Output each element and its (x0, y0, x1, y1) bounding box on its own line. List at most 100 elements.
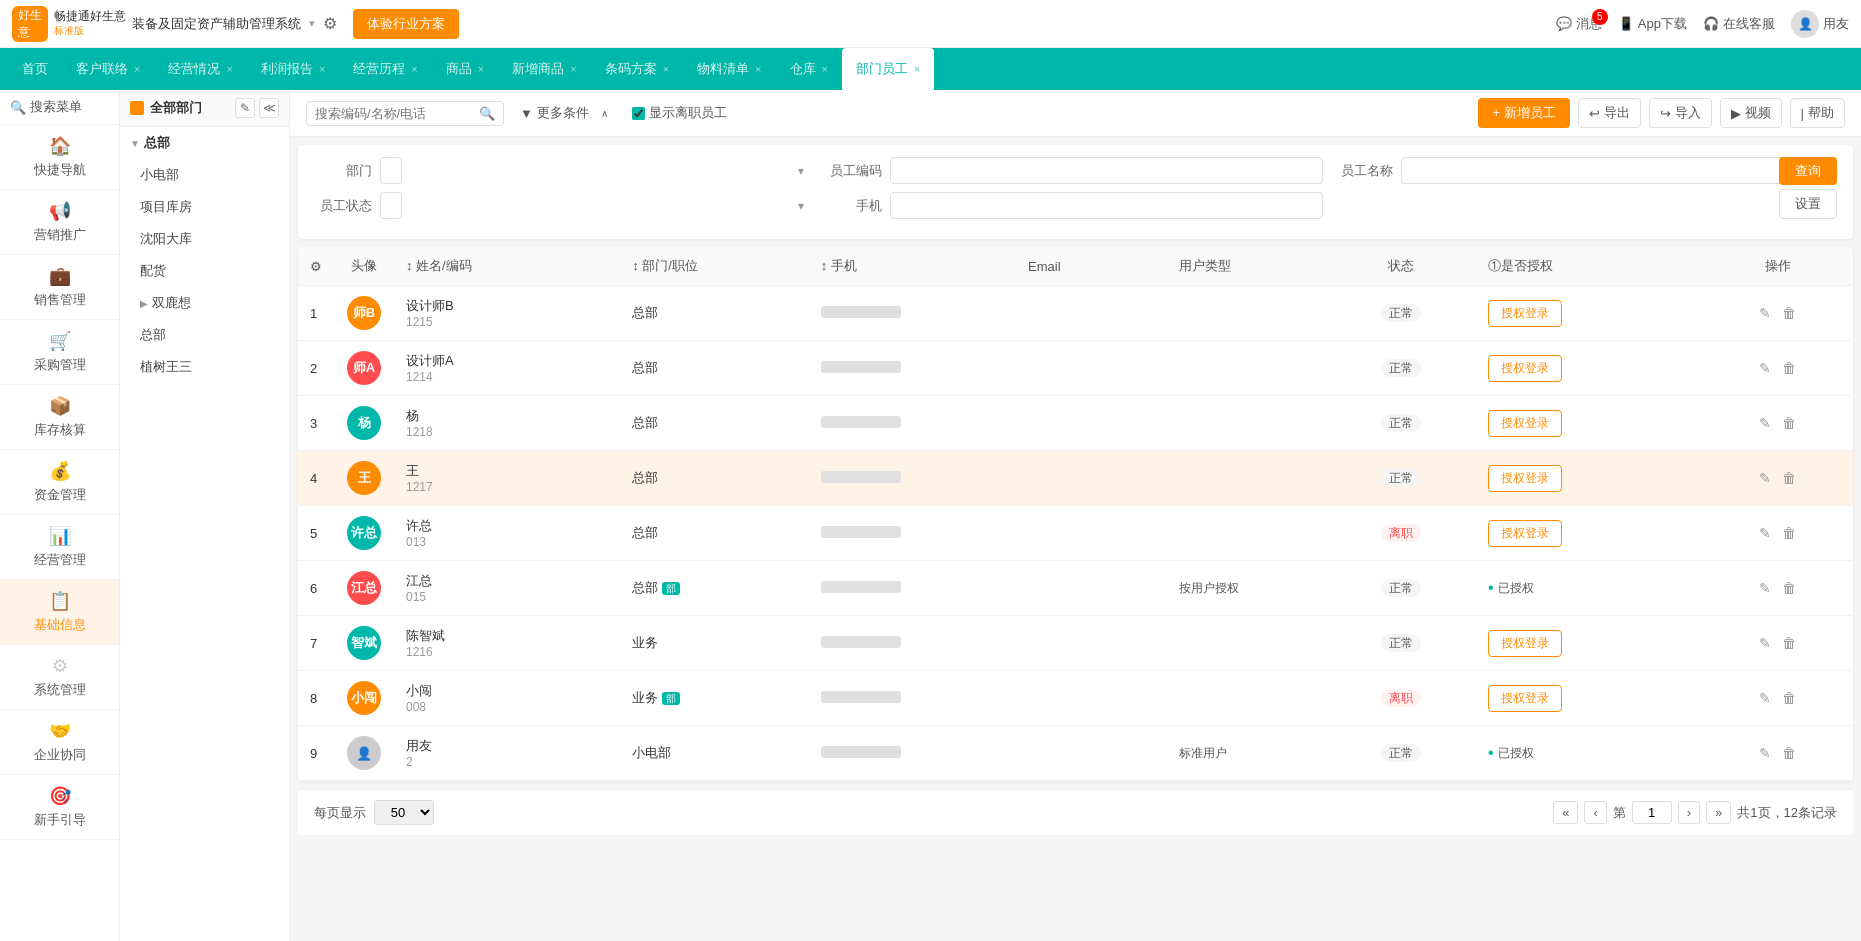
tree-item-shenyang[interactable]: 沈阳大库 (120, 223, 289, 255)
tab-close-icon[interactable]: × (319, 63, 325, 75)
sidebar-item-inventory[interactable]: 📦 库存核算 (0, 385, 119, 450)
tab-customer[interactable]: 客户联络× (62, 48, 154, 90)
sidebar-item-management[interactable]: 📊 经营管理 (0, 515, 119, 580)
delete-icon[interactable]: 🗑 (1778, 578, 1800, 598)
tab-warehouse[interactable]: 仓库× (776, 48, 842, 90)
delete-icon[interactable]: 🗑 (1778, 303, 1800, 323)
delete-icon[interactable]: 🗑 (1778, 688, 1800, 708)
sidebar-item-quicknav[interactable]: 🏠 快捷导航 (0, 125, 119, 190)
auth-button[interactable]: 授权登录 (1488, 520, 1562, 547)
tab-department[interactable]: 部门员工× (842, 48, 934, 90)
auth-button[interactable]: 授权登录 (1488, 465, 1562, 492)
tree-item-general[interactable]: ▼ 总部 (120, 127, 289, 159)
help-button[interactable]: | 帮助 (1790, 98, 1845, 128)
page-input[interactable] (1632, 801, 1672, 824)
tab-close-icon[interactable]: × (822, 63, 828, 75)
search-box[interactable]: 🔍 (306, 101, 504, 126)
row-auth[interactable]: 授权登录 (1476, 451, 1702, 506)
prev-page-button[interactable]: ‹ (1584, 801, 1606, 824)
row-auth[interactable]: 授权登录 (1476, 286, 1702, 341)
sidebar-item-basic[interactable]: 📋 基础信息 (0, 580, 119, 645)
system-dropdown-arrow[interactable]: ▾ (309, 17, 315, 30)
app-download-button[interactable]: 📱 App下载 (1618, 15, 1687, 33)
edit-icon[interactable]: ✎ (1755, 523, 1775, 543)
edit-icon[interactable]: ✎ (1755, 743, 1775, 763)
tab-bom[interactable]: 物料清单× (683, 48, 775, 90)
auth-button[interactable]: 授权登录 (1488, 355, 1562, 382)
tab-close-icon[interactable]: × (478, 63, 484, 75)
next-page-button[interactable]: › (1678, 801, 1700, 824)
tree-collapse-icon[interactable]: ≪ (259, 98, 279, 118)
tab-close-icon[interactable]: × (570, 63, 576, 75)
delete-icon[interactable]: 🗑 (1778, 468, 1800, 488)
status-select[interactable] (380, 192, 402, 219)
last-page-button[interactable]: » (1706, 801, 1731, 824)
dept-select[interactable] (380, 157, 402, 184)
tab-close-icon[interactable]: × (755, 63, 761, 75)
first-page-button[interactable]: « (1553, 801, 1578, 824)
edit-icon[interactable]: ✎ (1755, 303, 1775, 323)
messages-button[interactable]: 💬 消息 5 (1556, 15, 1602, 33)
row-auth[interactable]: 授权登录 (1476, 671, 1702, 726)
auth-button[interactable]: 授权登录 (1488, 630, 1562, 657)
tree-item-plantking[interactable]: 植树王三 (120, 351, 289, 383)
tab-new-goods[interactable]: 新增商品× (498, 48, 590, 90)
auth-button[interactable]: 授权登录 (1488, 685, 1562, 712)
tree-item-distribution[interactable]: 配货 (120, 255, 289, 287)
edit-icon[interactable]: ✎ (1755, 688, 1775, 708)
row-auth[interactable]: 授权登录 (1476, 396, 1702, 451)
auth-button[interactable]: 授权登录 (1488, 300, 1562, 327)
sidebar-item-sales[interactable]: 💼 销售管理 (0, 255, 119, 320)
sidebar-item-collab[interactable]: 🤝 企业协同 (0, 710, 119, 775)
online-service-button[interactable]: 🎧 在线客服 (1703, 15, 1775, 33)
export-button[interactable]: ↩ 导出 (1578, 98, 1641, 128)
show-resigned-checkbox[interactable]: 显示离职员工 (632, 104, 727, 122)
delete-icon[interactable]: 🗑 (1778, 743, 1800, 763)
phone-input[interactable] (890, 192, 1322, 219)
tab-barcode[interactable]: 条码方案× (591, 48, 683, 90)
more-filter-button[interactable]: ▼ 更多条件 ∧ (512, 100, 624, 127)
edit-icon[interactable]: ✎ (1755, 468, 1775, 488)
delete-icon[interactable]: 🗑 (1778, 523, 1800, 543)
tab-close-icon[interactable]: × (226, 63, 232, 75)
tab-goods[interactable]: 商品× (432, 48, 498, 90)
settings-button[interactable]: 设置 (1779, 189, 1837, 219)
row-auth[interactable]: 授权登录 (1476, 616, 1702, 671)
tab-history[interactable]: 经营历程× (339, 48, 431, 90)
tree-item-headquarters[interactable]: 总部 (120, 319, 289, 351)
tab-close-icon[interactable]: × (411, 63, 417, 75)
sidebar-item-purchase[interactable]: 🛒 采购管理 (0, 320, 119, 385)
view-button[interactable]: ▶ 视频 (1720, 98, 1782, 128)
col-phone[interactable]: ↕ 手机 (809, 247, 1016, 286)
sidebar-item-system[interactable]: ⚙ 系统管理 (0, 645, 119, 710)
tree-item-shuanglu[interactable]: ▶ 双鹿想 (120, 287, 289, 319)
edit-icon[interactable]: ✎ (1755, 633, 1775, 653)
edit-icon[interactable]: ✎ (1755, 578, 1775, 598)
emp-name-input[interactable] (1401, 157, 1833, 184)
trial-button[interactable]: 体验行业方案 (353, 9, 459, 39)
row-auth[interactable]: 授权登录 (1476, 341, 1702, 396)
tab-profit[interactable]: 利润报告× (247, 48, 339, 90)
user-avatar[interactable]: 👤 用友 (1791, 10, 1849, 38)
delete-icon[interactable]: 🗑 (1778, 633, 1800, 653)
search-input[interactable] (315, 106, 475, 121)
gear-icon[interactable]: ⚙ (323, 14, 337, 33)
query-button[interactable]: 查询 (1779, 157, 1837, 185)
sidebar-item-marketing[interactable]: 📢 营销推广 (0, 190, 119, 255)
row-auth[interactable]: 授权登录 (1476, 506, 1702, 561)
tree-item-small-elec[interactable]: 小电部 (120, 159, 289, 191)
edit-icon[interactable]: ✎ (1755, 358, 1775, 378)
col-dept[interactable]: ↕ 部门/职位 (620, 247, 809, 286)
delete-icon[interactable]: 🗑 (1778, 413, 1800, 433)
tab-close-icon[interactable]: × (134, 63, 140, 75)
delete-icon[interactable]: 🗑 (1778, 358, 1800, 378)
import-button[interactable]: ↪ 导入 (1649, 98, 1712, 128)
tab-close-icon[interactable]: × (663, 63, 669, 75)
sidebar-item-guide[interactable]: 🎯 新手引导 (0, 775, 119, 840)
tree-item-project-store[interactable]: 项目库房 (120, 191, 289, 223)
add-employee-button[interactable]: + 新增员工 (1478, 98, 1569, 128)
edit-icon[interactable]: ✎ (1755, 413, 1775, 433)
tab-operation[interactable]: 经营情况× (154, 48, 246, 90)
sidebar-item-finance[interactable]: 💰 资金管理 (0, 450, 119, 515)
auth-button[interactable]: 授权登录 (1488, 410, 1562, 437)
